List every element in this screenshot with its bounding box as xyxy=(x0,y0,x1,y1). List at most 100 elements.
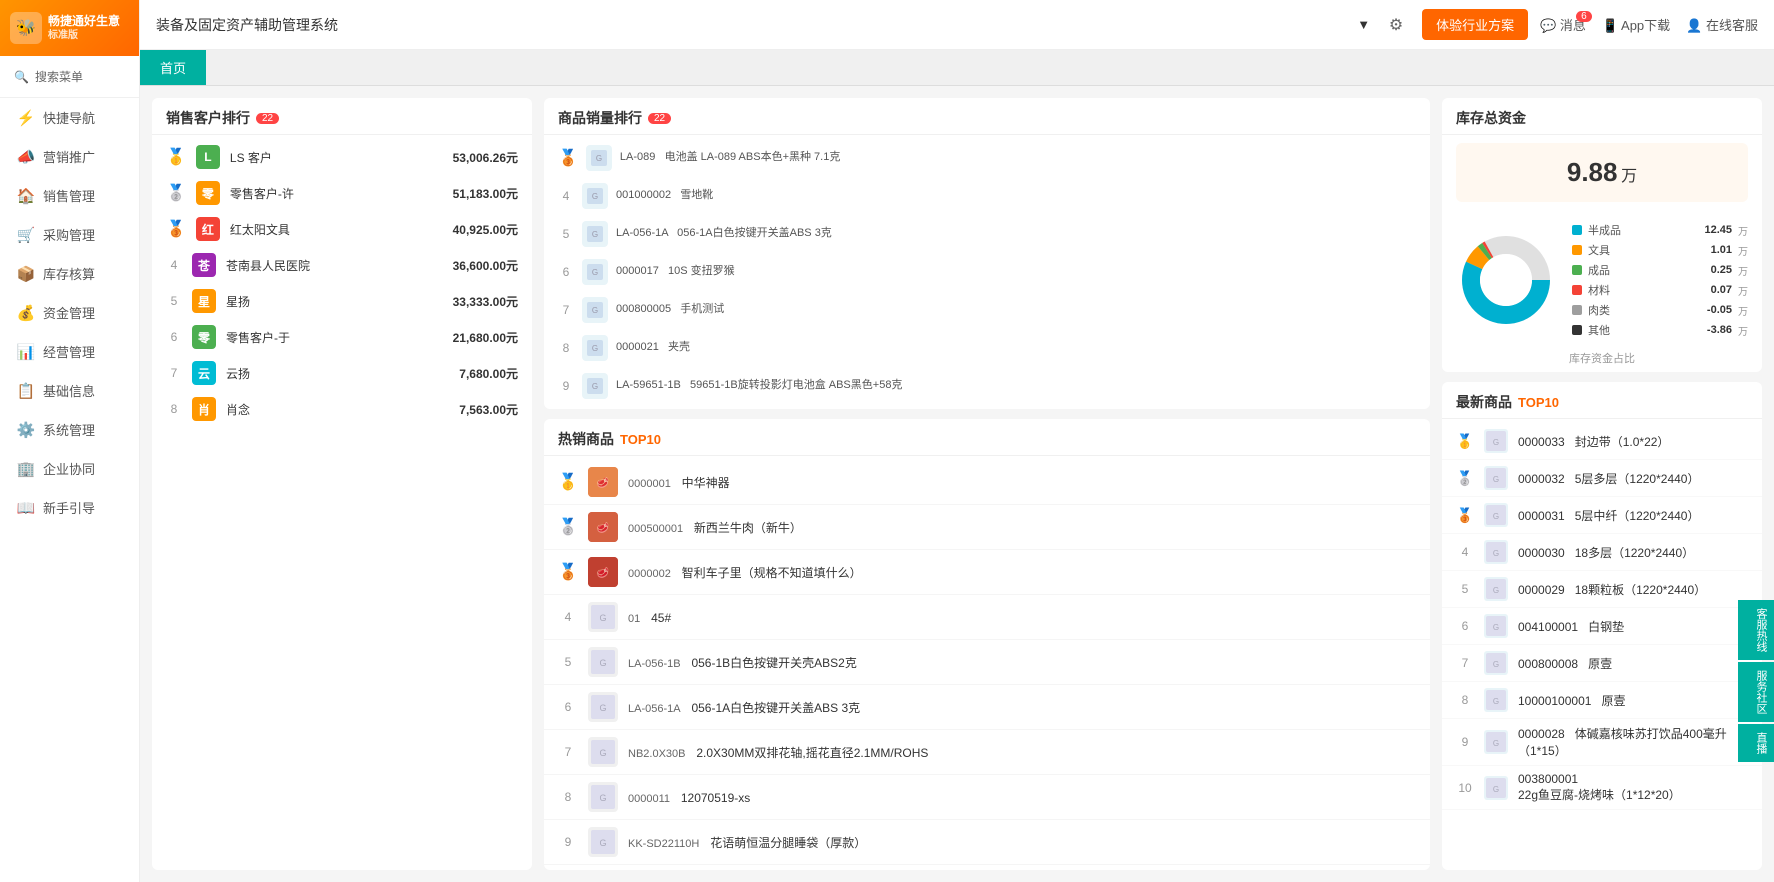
hot-product-info: 0000011 12070519-xs xyxy=(628,790,1416,805)
try-btn[interactable]: 体验行业方案 xyxy=(1422,9,1528,40)
rank-num: 7 xyxy=(166,366,182,380)
sidebar-item-system[interactable]: ⚙️ 系统管理 xyxy=(0,410,139,449)
new-product-info: 003800001 22g鱼豆腐-烧烤味（1*12*20） xyxy=(1518,772,1748,803)
product-name: 夹壳 xyxy=(668,341,690,353)
customer-avatar: 肖 xyxy=(192,397,216,421)
sidebar-item-inventory[interactable]: 📦 库存核算 xyxy=(0,254,139,293)
hot-product-info: 01 45# xyxy=(628,610,1416,625)
marketing-icon: 📣 xyxy=(17,148,35,166)
legend-value: 12.45 xyxy=(1704,224,1732,236)
sidebar-search-area[interactable]: 🔍 搜索菜单 xyxy=(0,56,139,98)
new-product-name: 封边带（1.0*22） xyxy=(1575,435,1670,449)
product-thumb: G xyxy=(582,297,608,323)
product-image: 🥩 xyxy=(588,467,618,497)
float-btn-community[interactable]: 服务社区 xyxy=(1738,662,1774,722)
new-product-name: 5层多层（1220*2440） xyxy=(1575,472,1700,486)
hot-product-row: 5 G LA-056-1B 056-1B白色按键开关壳ABS2克 xyxy=(544,640,1430,685)
customer-avatar: 星 xyxy=(192,289,216,313)
customer-name: 苍南县人民医院 xyxy=(226,257,443,274)
logo-sub: 标准版 xyxy=(48,29,120,42)
customer-avatar: 云 xyxy=(192,361,216,385)
legend-dot xyxy=(1572,325,1582,335)
sidebar-item-purchase[interactable]: 🛒 采购管理 xyxy=(0,215,139,254)
new-product-code: 003800001 xyxy=(1518,772,1578,786)
svg-text:G: G xyxy=(1493,739,1499,748)
rank-num: 7 xyxy=(558,745,578,759)
new-product-info: 0000033 封边带（1.0*22） xyxy=(1518,433,1748,450)
legend-name: 成品 xyxy=(1588,262,1705,278)
new-product-row: 🥇 G 0000033 封边带（1.0*22） xyxy=(1442,423,1762,460)
customer-amount: 36,600.00元 xyxy=(453,257,518,274)
sidebar-nav: ⚡ 快捷导航 📣 营销推广 🏠 销售管理 🛒 采购管理 📦 库存核算 💰 资金管… xyxy=(0,98,139,882)
product-thumb: G xyxy=(582,373,608,399)
settings-icon[interactable]: ⚙ xyxy=(1382,11,1410,39)
new-product-code: 0000033 xyxy=(1518,435,1565,449)
hot-product-info: LA-056-1B 056-1B白色按键开关壳ABS2克 xyxy=(628,654,1416,671)
sidebar-item-guide[interactable]: 📖 新手引导 xyxy=(0,488,139,527)
sidebar-item-quick-nav[interactable]: ⚡ 快捷导航 xyxy=(0,98,139,137)
legend-value: -3.86 xyxy=(1707,324,1732,336)
new-products-title: 最新商品 xyxy=(1456,392,1512,412)
sidebar-item-finance[interactable]: 💰 资金管理 xyxy=(0,293,139,332)
svg-text:G: G xyxy=(1493,586,1499,595)
search-menu-btn[interactable]: 🔍 搜索菜单 xyxy=(8,64,131,89)
hot-product-name: 新西兰牛肉（新牛） xyxy=(694,521,802,535)
app-download[interactable]: 📱 App下载 xyxy=(1602,15,1670,34)
customer-amount: 7,680.00元 xyxy=(459,365,518,382)
legend-value: 0.25 xyxy=(1711,264,1732,276)
float-btn-live[interactable]: 直播 xyxy=(1738,724,1774,762)
customer-amount: 51,183.00元 xyxy=(453,185,518,202)
inventory-footer: 库存资金占比 xyxy=(1442,350,1762,372)
hot-product-list: 🥇 🥩 0000001 中华神器 🥈 🥩 000500001 新西兰牛肉（新牛）… xyxy=(544,456,1430,869)
new-product-name: 白钢垫 xyxy=(1588,620,1624,634)
message-icon: 💬 xyxy=(1540,18,1556,33)
topbar: 装备及固定资产辅助管理系统 ▼ ⚙ 体验行业方案 💬 消息 6 📱 App下载 … xyxy=(140,0,1774,50)
rank-medal: 🥈 xyxy=(166,183,186,203)
rank-num: 9 xyxy=(558,379,574,393)
content: 销售客户排行 22 🥇 L LS 客户 53,006.26元 🥈 零 零售客户-… xyxy=(140,86,1774,882)
tab-home[interactable]: 首页 xyxy=(140,50,206,85)
new-product-name: 原壹 xyxy=(1588,657,1612,671)
customer-amount: 21,680.00元 xyxy=(453,329,518,346)
rank-num: 4 xyxy=(1456,545,1474,559)
sidebar-item-marketing[interactable]: 📣 营销推广 xyxy=(0,137,139,176)
new-product-row: 7 G 000800008 原壹 xyxy=(1442,645,1762,682)
float-buttons: 客服热线 服务社区 直播 xyxy=(1738,600,1774,762)
product-name: 手机测试 xyxy=(680,303,724,315)
product-name: 056-1A白色按键开关盖ABS 3克 xyxy=(677,227,832,239)
hot-product-code: 0000011 xyxy=(628,793,670,805)
search-label: 搜索菜单 xyxy=(35,68,83,85)
sidebar-item-operation[interactable]: 📊 经营管理 xyxy=(0,332,139,371)
hot-product-code: 0000001 xyxy=(628,478,671,490)
product-row: 9 G LA-59651-1B 59651-1B旋转投影灯电池盒 ABS黑色+5… xyxy=(544,367,1430,405)
title-dropdown[interactable]: ▼ xyxy=(1357,17,1370,32)
sidebar-item-sales[interactable]: 🏠 销售管理 xyxy=(0,176,139,215)
rank-num: 5 xyxy=(1456,582,1474,596)
product-info: LA-056-1A 056-1A白色按键开关盖ABS 3克 xyxy=(616,226,1416,241)
product-image: 🥩 xyxy=(588,557,618,587)
sidebar-item-enterprise[interactable]: 🏢 企业协同 xyxy=(0,449,139,488)
new-product-name: 5层中纤（1220*2440） xyxy=(1575,509,1700,523)
product-image: G xyxy=(588,782,618,812)
customer-amount: 7,563.00元 xyxy=(459,401,518,418)
new-product-code: 0000029 xyxy=(1518,583,1565,597)
svg-text:G: G xyxy=(592,230,598,239)
sidebar-item-basic[interactable]: 📋 基础信息 xyxy=(0,371,139,410)
svg-text:G: G xyxy=(599,703,606,713)
hot-products-header: 热销商品 TOP10 xyxy=(544,419,1430,456)
new-product-info: 0000031 5层中纤（1220*2440） xyxy=(1518,507,1748,524)
hot-product-name: 中华神器 xyxy=(682,476,730,490)
svg-text:G: G xyxy=(1493,785,1499,794)
rank-medal: 🥇 xyxy=(558,472,578,492)
float-btn-service[interactable]: 客服热线 xyxy=(1738,600,1774,660)
hot-product-row: 9 G KK-SD22110H 花语萌恒温分腿睡袋（厚款） xyxy=(544,820,1430,865)
legend-dot xyxy=(1572,245,1582,255)
legend-unit: 万 xyxy=(1738,243,1748,258)
logo-name: 畅捷通好生意 xyxy=(48,14,120,30)
message-badge[interactable]: 💬 消息 6 xyxy=(1540,15,1586,34)
phone-icon: 📱 xyxy=(1602,18,1618,33)
donut-chart xyxy=(1456,230,1556,330)
product-thumb: G xyxy=(586,145,612,171)
online-service[interactable]: 👤 在线客服 xyxy=(1686,15,1758,34)
rank-num: 8 xyxy=(166,402,182,416)
